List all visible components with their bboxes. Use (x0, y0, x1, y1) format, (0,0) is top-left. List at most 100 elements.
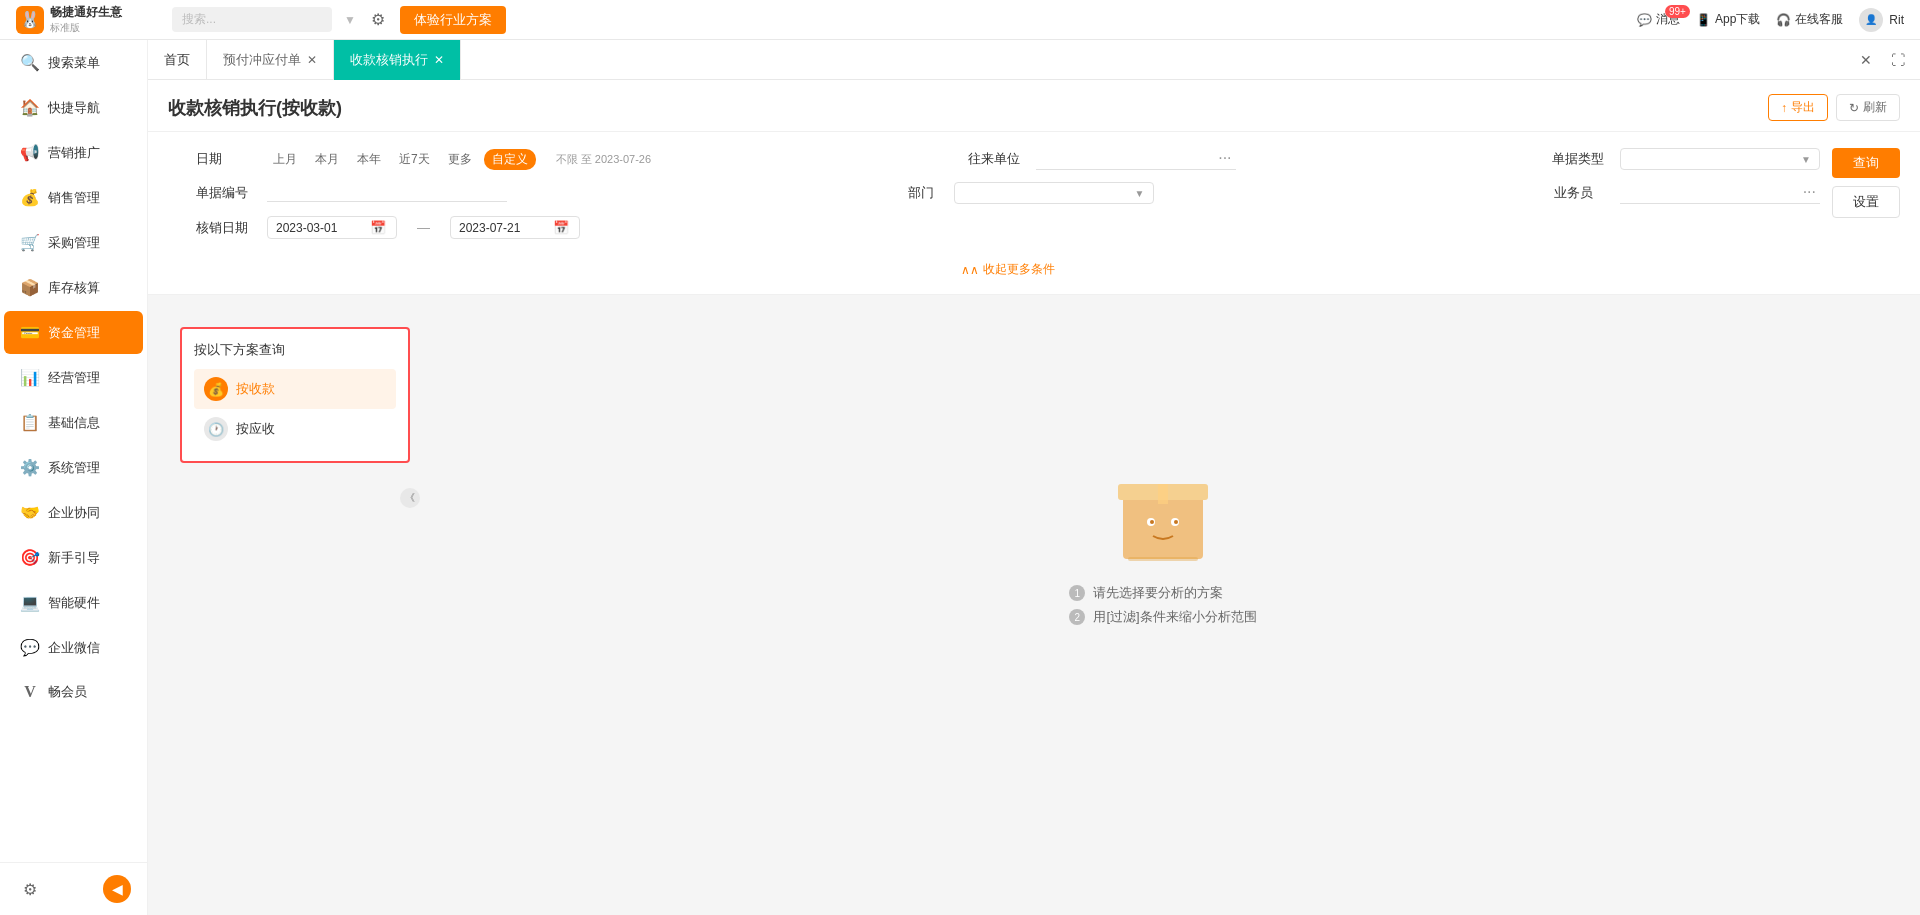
tabs-actions: ✕ ⛶ (1852, 46, 1920, 74)
sidebar-item-label: 营销推广 (48, 144, 100, 162)
page-header: 收款核销执行(按收款) ↑ 导出 ↻ 刷新 (148, 80, 1920, 132)
sidebar-item-member[interactable]: V 畅会员 (4, 671, 143, 713)
query-option-by-receivable[interactable]: 🕐 按应收 (194, 409, 396, 449)
verify-date-from-input[interactable] (276, 221, 366, 235)
sidebar-item-label: 企业微信 (48, 639, 100, 657)
industry-btn[interactable]: 体验行业方案 (400, 6, 506, 34)
date-this-year[interactable]: 本年 (351, 149, 387, 170)
online-service-label: 在线客服 (1795, 11, 1843, 28)
app-download-label: App下载 (1715, 11, 1760, 28)
user-name: Rit (1889, 13, 1904, 27)
department-input[interactable] (963, 186, 1135, 200)
tab-prepay[interactable]: 预付冲应付单 ✕ (207, 40, 334, 80)
doc-no-input[interactable] (267, 185, 507, 199)
tab-receipt-offset-close[interactable]: ✕ (434, 53, 444, 67)
system-icon: ⚙️ (20, 458, 40, 477)
date-custom[interactable]: 自定义 (484, 149, 536, 170)
user-avatar-icon: 👤 (1865, 14, 1877, 25)
message-btn[interactable]: 💬 消息 99+ (1637, 11, 1680, 28)
online-service-btn[interactable]: 🎧 在线客服 (1776, 11, 1843, 28)
verify-date-to-input[interactable] (459, 221, 549, 235)
export-label: 导出 (1791, 99, 1815, 116)
panel-collapse-icon[interactable]: 《 (400, 488, 420, 508)
export-btn[interactable]: ↑ 导出 (1768, 94, 1828, 121)
main-layout: 🔍 搜索菜单 🏠 快捷导航 📢 营销推广 💰 销售管理 🛒 采购管理 📦 库存核… (0, 40, 1920, 915)
settings-btn[interactable]: 设置 (1832, 186, 1900, 218)
sidebar-collapse-btn[interactable]: ◀ (103, 875, 131, 903)
tab-prepay-label: 预付冲应付单 (223, 51, 301, 69)
collapse-chevron-icon: ∧∧ (961, 263, 979, 277)
page-header-actions: ↑ 导出 ↻ 刷新 (1768, 94, 1900, 121)
export-icon: ↑ (1781, 101, 1787, 115)
content-area: 首页 预付冲应付单 ✕ 收款核销执行 ✕ ✕ ⛶ 收款核销执行(按收款) (148, 40, 1920, 915)
staff-input[interactable] (1620, 185, 1799, 199)
sidebar-item-basic-info[interactable]: 📋 基础信息 (4, 401, 143, 444)
tabs-bar: 首页 预付冲应付单 ✕ 收款核销执行 ✕ ✕ ⛶ (148, 40, 1920, 80)
staff-more-icon[interactable]: ··· (1799, 183, 1820, 201)
sidebar-item-label: 搜索菜单 (48, 54, 100, 72)
date-this-month[interactable]: 本月 (309, 149, 345, 170)
empty-tip-1: 1 请先选择要分析的方案 (1069, 584, 1256, 602)
sidebar-item-purchase[interactable]: 🛒 采购管理 (4, 221, 143, 264)
refresh-btn[interactable]: ↻ 刷新 (1836, 94, 1900, 121)
tab-receipt-offset[interactable]: 收款核销执行 ✕ (334, 40, 461, 80)
sidebar-item-sales[interactable]: 💰 销售管理 (4, 176, 143, 219)
doc-type-label: 单据类型 (1552, 150, 1604, 168)
sidebar-item-finance[interactable]: 💳 资金管理 (4, 311, 143, 354)
tip2-num: 2 (1069, 609, 1085, 625)
verify-date-from-icon[interactable]: 📅 (370, 220, 386, 235)
logo-title: 畅捷通好生意 (50, 4, 122, 21)
inventory-icon: 📦 (20, 278, 40, 297)
sidebar-bottom: ⚙ ◀ (0, 862, 147, 915)
body-wrap: 按以下方案查询 💰 按收款 🕐 按应收 《 (148, 295, 1920, 795)
sidebar-item-marketing[interactable]: 📢 营销推广 (4, 131, 143, 174)
collapse-label: 收起更多条件 (983, 261, 1055, 278)
sidebar-item-quick-nav[interactable]: 🏠 快捷导航 (4, 86, 143, 129)
user-area[interactable]: 👤 Rit (1859, 8, 1904, 32)
counterpart-label: 往来单位 (968, 150, 1020, 168)
verify-date-to-icon[interactable]: 📅 (553, 220, 569, 235)
sidebar-item-guide[interactable]: 🎯 新手引导 (4, 536, 143, 579)
tab-home[interactable]: 首页 (148, 40, 207, 80)
sidebar-item-label: 销售管理 (48, 189, 100, 207)
settings-bottom-icon[interactable]: ⚙ (16, 875, 44, 903)
hardware-icon: 💻 (20, 593, 40, 612)
top-header: 🐰 畅捷通好生意 标准版 搜索... ▼ ⚙ 体验行业方案 💬 消息 99+ 📱… (0, 0, 1920, 40)
close-tab-btn[interactable]: ✕ (1852, 46, 1880, 74)
department-dropdown-icon: ▼ (1135, 188, 1145, 199)
sales-icon: 💰 (20, 188, 40, 207)
query-action-area: 查询 设置 (1832, 148, 1900, 218)
collapse-more-btn[interactable]: ∧∧ 收起更多条件 (955, 255, 1061, 284)
app-download-btn[interactable]: 📱 App下载 (1696, 11, 1760, 28)
sidebar-item-search-menu[interactable]: 🔍 搜索菜单 (4, 41, 143, 84)
expand-tab-btn[interactable]: ⛶ (1884, 46, 1912, 74)
sidebar-item-label: 快捷导航 (48, 99, 100, 117)
tab-prepay-close[interactable]: ✕ (307, 53, 317, 67)
date-last-7-days[interactable]: 近7天 (393, 149, 436, 170)
sidebar-item-wechat[interactable]: 💬 企业微信 (4, 626, 143, 669)
data-area: 1 请先选择要分析的方案 2 用[过滤]条件来缩小分析范围 (422, 311, 1904, 779)
doc-type-input[interactable] (1629, 152, 1801, 166)
refresh-label: 刷新 (1863, 99, 1887, 116)
date-last-month[interactable]: 上月 (267, 149, 303, 170)
header-right: 💬 消息 99+ 📱 App下载 🎧 在线客服 👤 Rit (1637, 8, 1904, 32)
sidebar-item-label: 采购管理 (48, 234, 100, 252)
sidebar-item-hardware[interactable]: 💻 智能硬件 (4, 581, 143, 624)
empty-state-svg (1103, 464, 1223, 564)
logo-area: 🐰 畅捷通好生意 标准版 (16, 4, 164, 35)
settings-gear-icon[interactable]: ⚙ (364, 6, 392, 34)
query-btn[interactable]: 查询 (1832, 148, 1900, 178)
sidebar-item-enterprise[interactable]: 🤝 企业协同 (4, 491, 143, 534)
left-panel-container: 按以下方案查询 💰 按收款 🕐 按应收 《 (164, 311, 410, 779)
by-receivable-label: 按应收 (236, 420, 275, 438)
sidebar-item-inventory[interactable]: 📦 库存核算 (4, 266, 143, 309)
counterpart-input[interactable] (1036, 151, 1215, 165)
sidebar-item-operation[interactable]: 📊 经营管理 (4, 356, 143, 399)
counterpart-more-icon[interactable]: ··· (1214, 149, 1235, 167)
sidebar-item-system[interactable]: ⚙️ 系统管理 (4, 446, 143, 489)
date-more[interactable]: 更多 (442, 149, 478, 170)
enterprise-icon: 🤝 (20, 503, 40, 522)
collapse-row: ∧∧ 收起更多条件 (196, 251, 1820, 284)
header-search-box: 搜索... (172, 7, 332, 32)
query-option-by-receipt[interactable]: 💰 按收款 (194, 369, 396, 409)
